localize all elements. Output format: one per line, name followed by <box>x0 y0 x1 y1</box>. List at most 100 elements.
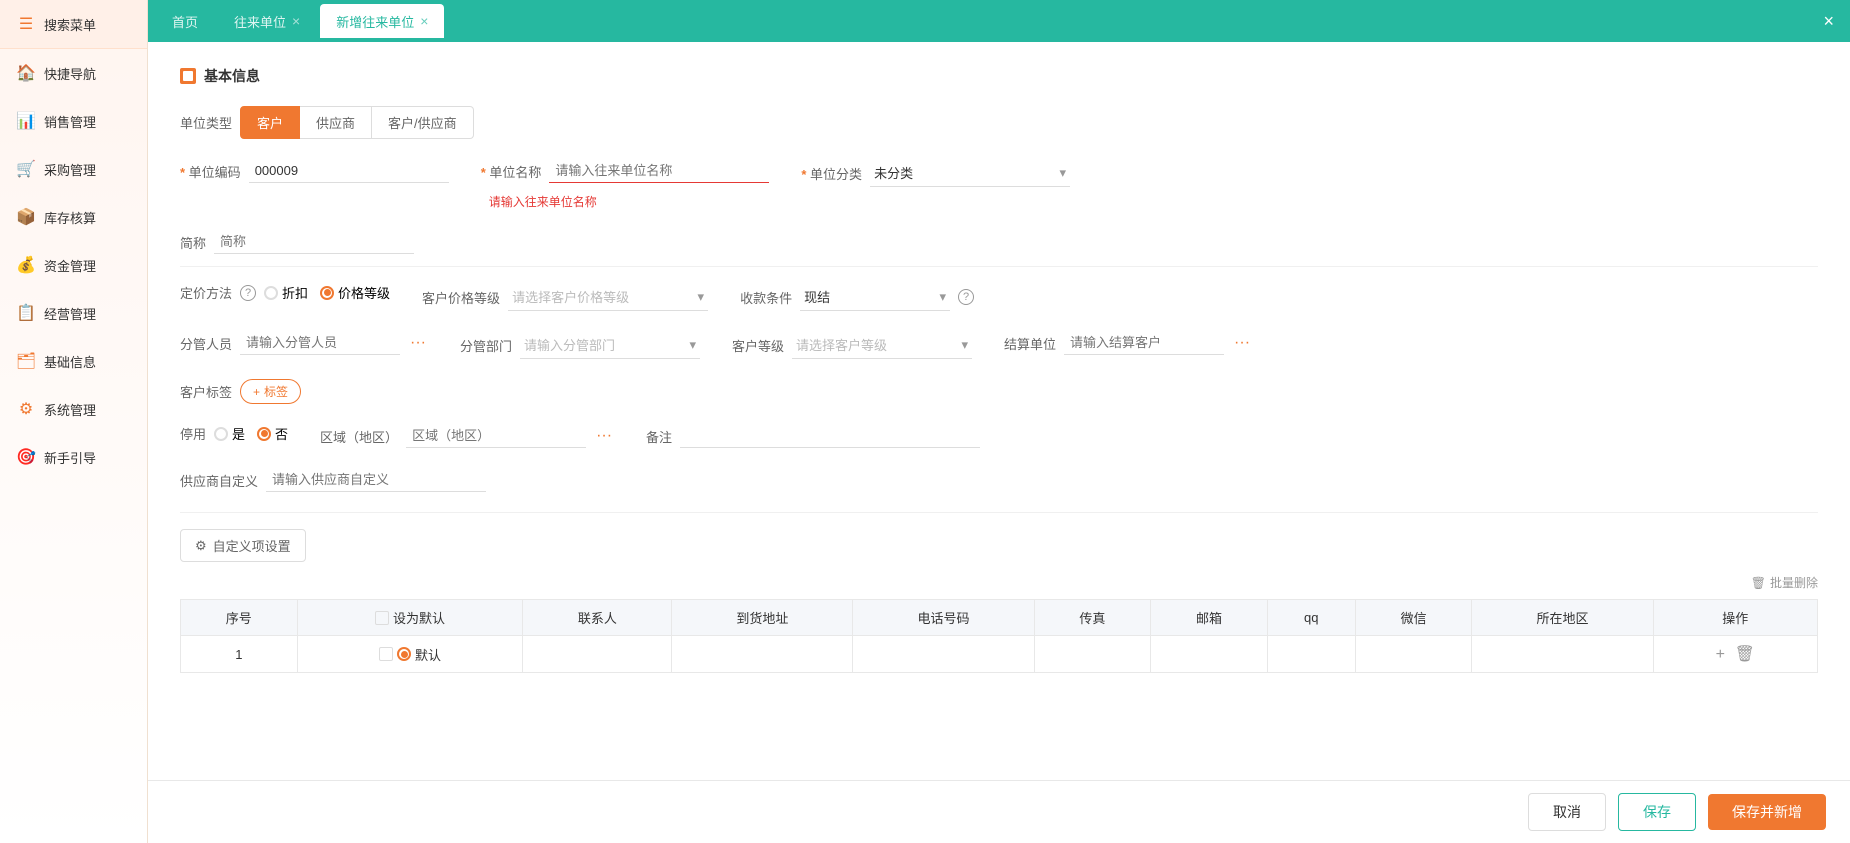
disabled-label: 停用 <box>180 424 206 443</box>
disabled-no-radio[interactable] <box>257 427 271 441</box>
finance-icon: 💰 <box>16 255 36 275</box>
sidebar-item-purchase[interactable]: 🛒 采购管理 <box>0 145 147 193</box>
row-default-label: 默认 <box>415 645 441 664</box>
cell-phone <box>853 636 1034 673</box>
tab-partner-close[interactable]: × <box>292 14 300 28</box>
sidebar-item-label: 销售管理 <box>44 112 96 131</box>
row-default-radio-circle[interactable] <box>397 647 411 661</box>
form-divider-2 <box>180 512 1818 513</box>
row-delete-button[interactable]: 🗑 <box>1732 644 1758 664</box>
form-content: 基本信息 单位类型 客户 供应商 客户/供应商 单位编码 单位名称 <box>148 42 1850 780</box>
region-input[interactable] <box>406 424 586 448</box>
header-checkbox[interactable] <box>375 611 389 625</box>
cell-seq: 1 <box>181 636 298 673</box>
delete-icon: 🗑 <box>1751 576 1766 590</box>
batch-delete-button[interactable]: 🗑 批量删除 <box>1751 574 1818 591</box>
sidebar-item-inventory[interactable]: 📦 库存核算 <box>0 193 147 241</box>
short-name-row: 简称 <box>180 230 1818 254</box>
pricing-discount-radio[interactable] <box>264 286 278 300</box>
unit-type-both-btn[interactable]: 客户/供应商 <box>372 106 474 139</box>
batch-delete-area: 🗑 批量删除 <box>180 574 1818 591</box>
disabled-yes-label: 是 <box>232 424 245 443</box>
customer-tag-field: 客户标签 + 标签 <box>180 379 301 404</box>
table-row: 1 默认 <box>181 636 1818 673</box>
manager-input[interactable] <box>240 331 400 355</box>
cancel-button[interactable]: 取消 <box>1528 793 1606 831</box>
tab-new-partner-close[interactable]: × <box>420 14 428 28</box>
row-default-radio[interactable]: 默认 <box>397 645 441 664</box>
sidebar-item-guide[interactable]: 🎯 新手引导 <box>0 433 147 481</box>
home-icon: 🏠 <box>16 63 36 83</box>
row-checkbox[interactable] <box>379 647 393 661</box>
add-tag-button[interactable]: + 标签 <box>240 379 301 404</box>
tab-partner-label: 往来单位 <box>234 12 286 31</box>
manager-label: 分管人员 <box>180 334 232 353</box>
short-name-field: 简称 <box>180 230 414 254</box>
settlement-unit-more-btn[interactable]: ··· <box>1232 334 1252 352</box>
pricing-help-icon[interactable]: ? <box>240 285 256 301</box>
unit-category-value: 未分类 <box>870 159 1070 186</box>
batch-delete-label: 批量删除 <box>1770 574 1818 591</box>
remarks-label: 备注 <box>646 427 672 446</box>
tabs-bar: 首页 往来单位 × 新增往来单位 × × <box>148 0 1850 42</box>
customer-level-field: 客户等级 请选择客户等级 ▾ <box>732 331 972 359</box>
unit-type-customer-btn[interactable]: 客户 <box>240 106 300 139</box>
search-menu-item[interactable]: ☰ 搜索菜单 <box>0 0 147 49</box>
payment-terms-help-icon[interactable]: ? <box>958 289 974 305</box>
unit-name-label: 单位名称 <box>481 162 542 181</box>
row-add-button[interactable]: + <box>1713 646 1728 664</box>
sidebar-item-label: 基础信息 <box>44 352 96 371</box>
sidebar-item-sales[interactable]: 📊 销售管理 <box>0 97 147 145</box>
col-wechat: 微信 <box>1355 600 1472 636</box>
manager-row: 分管人员 ··· 分管部门 请输入分管部门 ▾ 客户等级 请选择客户等级 ▾ 结… <box>180 331 1818 359</box>
pricing-discount-option[interactable]: 折扣 <box>264 283 308 302</box>
save-button[interactable]: 保存 <box>1618 793 1696 831</box>
unit-name-input[interactable] <box>549 159 769 183</box>
contacts-table: 序号 设为默认 联系人 到货地址 电话号码 传真 邮箱 qq 微信 所在地区 <box>180 599 1818 673</box>
pricing-level-option[interactable]: 价格等级 <box>320 283 390 302</box>
tab-new-partner[interactable]: 新增往来单位 × <box>320 4 444 38</box>
customer-tag-label: 客户标签 <box>180 382 232 401</box>
unit-category-field: 单位分类 未分类 ▾ <box>801 159 1070 187</box>
customer-level-label: 客户等级 <box>732 336 784 355</box>
region-more-btn[interactable]: ··· <box>594 427 614 445</box>
sidebar-item-label: 采购管理 <box>44 160 96 179</box>
section-icon <box>180 68 196 84</box>
add-tag-icon: + <box>253 385 260 399</box>
custom-settings-button[interactable]: ⚙ 自定义项设置 <box>180 529 306 562</box>
management-icon: 📋 <box>16 303 36 323</box>
supplier-custom-input[interactable] <box>266 468 486 492</box>
sidebar-item-basic-info[interactable]: 🗂 基础信息 <box>0 337 147 385</box>
cell-email <box>1151 636 1268 673</box>
sidebar: ☰ 搜索菜单 🏠 快捷导航 📊 销售管理 🛒 采购管理 📦 库存核算 💰 资金管… <box>0 0 148 843</box>
manager-more-btn[interactable]: ··· <box>408 334 428 352</box>
unit-type-supplier-btn[interactable]: 供应商 <box>300 106 372 139</box>
short-name-input[interactable] <box>214 230 414 254</box>
table-header-row: 序号 设为默认 联系人 到货地址 电话号码 传真 邮箱 qq 微信 所在地区 <box>181 600 1818 636</box>
cell-wechat <box>1355 636 1472 673</box>
pricing-level-radio[interactable] <box>320 286 334 300</box>
pricing-method-field: 定价方法 ? 折扣 价格等级 <box>180 283 390 302</box>
system-icon: ⚙ <box>16 399 36 419</box>
disabled-yes-option[interactable]: 是 <box>214 424 245 443</box>
save-and-new-button[interactable]: 保存并新增 <box>1708 794 1826 830</box>
gear-icon: ⚙ <box>195 538 207 554</box>
sidebar-item-label: 系统管理 <box>44 400 96 419</box>
window-close-button[interactable]: × <box>1815 11 1842 32</box>
search-menu-label: 搜索菜单 <box>44 15 96 34</box>
tab-home[interactable]: 首页 <box>156 4 214 38</box>
row-default-radio-inner <box>401 651 408 658</box>
sidebar-item-finance[interactable]: 💰 资金管理 <box>0 241 147 289</box>
sidebar-item-system[interactable]: ⚙ 系统管理 <box>0 385 147 433</box>
sidebar-item-quick-nav[interactable]: 🏠 快捷导航 <box>0 49 147 97</box>
disabled-no-option[interactable]: 否 <box>257 424 288 443</box>
disabled-field: 停用 是 否 <box>180 424 288 443</box>
pricing-radio-group: 折扣 价格等级 <box>264 283 390 302</box>
settlement-unit-input[interactable] <box>1064 331 1224 355</box>
sidebar-item-management[interactable]: 📋 经营管理 <box>0 289 147 337</box>
sidebar-item-label: 经营管理 <box>44 304 96 323</box>
tab-partner[interactable]: 往来单位 × <box>218 4 316 38</box>
disabled-yes-radio[interactable] <box>214 427 228 441</box>
unit-code-input[interactable] <box>249 159 449 183</box>
remarks-input[interactable] <box>680 424 980 448</box>
